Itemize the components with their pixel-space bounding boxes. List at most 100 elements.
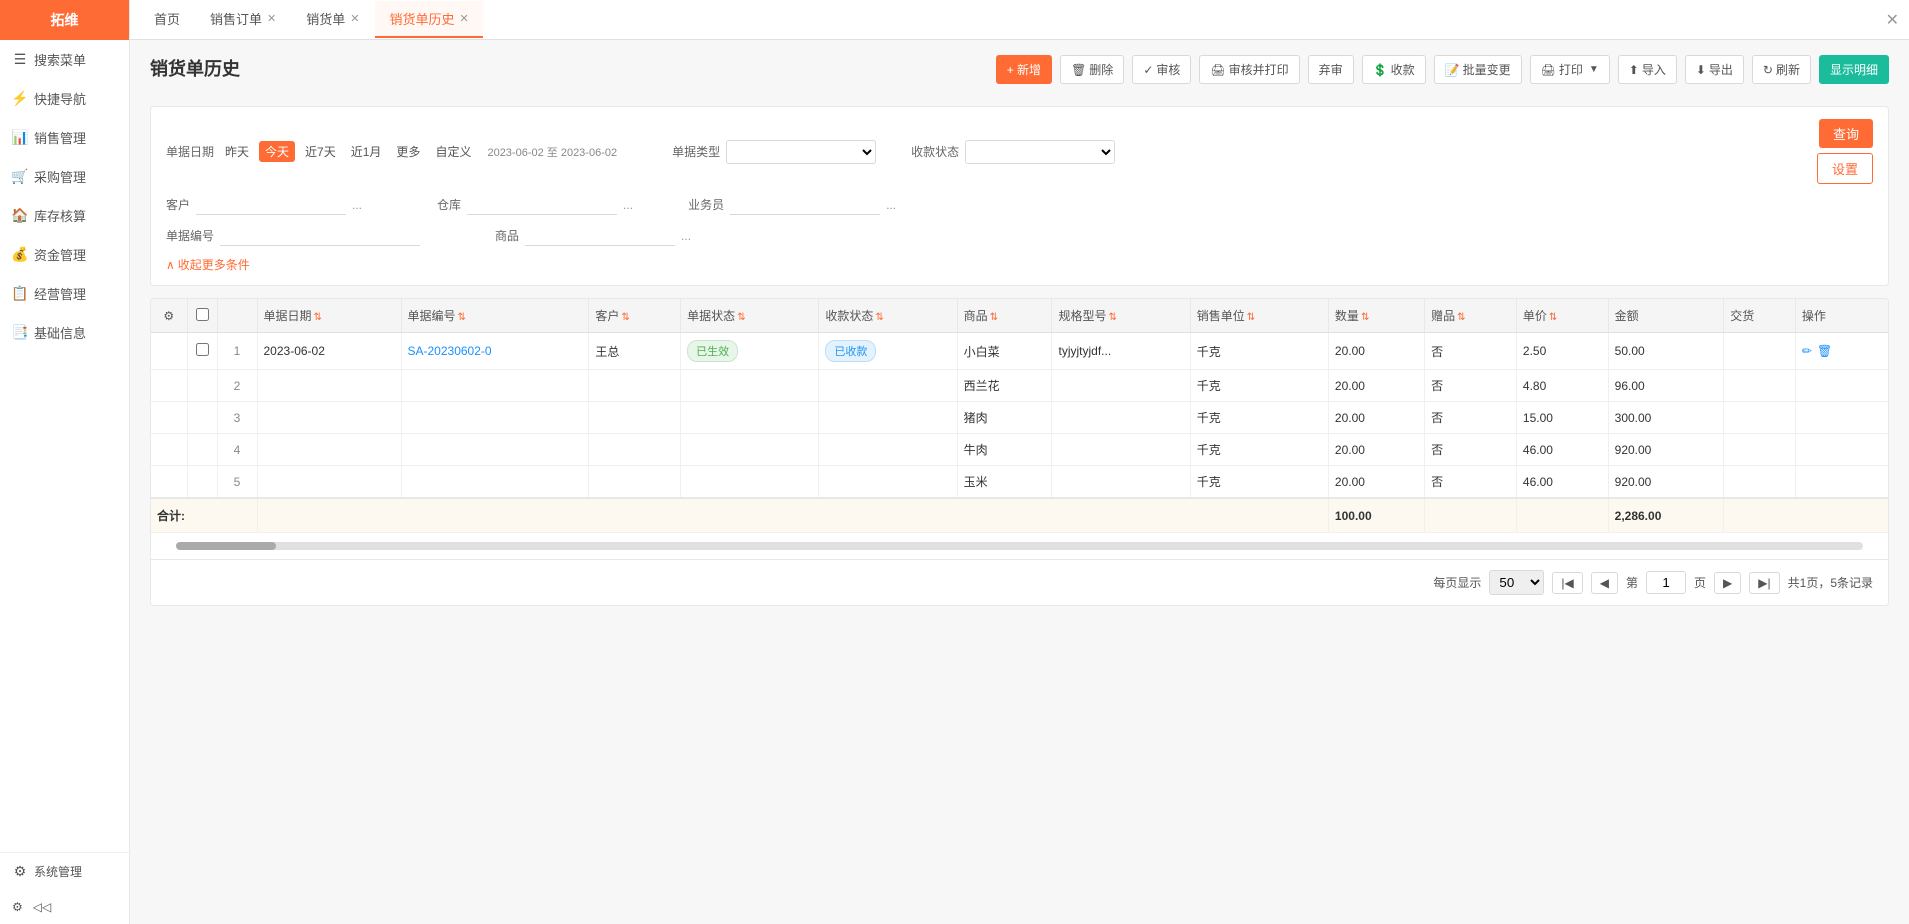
collect-button[interactable]: 💲 收款 (1362, 55, 1426, 84)
page-number-input[interactable] (1646, 571, 1686, 594)
cell-14: 300.00 (1608, 402, 1724, 434)
col-settings[interactable]: ⚙ (151, 299, 187, 333)
sidebar-item-label: 库存核算 (34, 206, 86, 225)
date-tab-1month[interactable]: 近1月 (346, 141, 387, 162)
warehouse-input[interactable] (467, 194, 617, 215)
date-tab-today[interactable]: 今天 (259, 141, 295, 162)
cell-16 (1795, 370, 1888, 402)
delete-icon: 🗑 (1071, 63, 1086, 77)
warehouse-more-icon[interactable]: ... (623, 198, 633, 212)
query-button[interactable]: 查询 (1819, 119, 1873, 148)
customer-input[interactable] (196, 194, 346, 215)
doc-status-badge: 已生效 (687, 340, 738, 362)
tab-sales-history-close[interactable]: ✕ (460, 12, 469, 25)
collapse-icon[interactable]: ◁◁ (33, 900, 51, 914)
h-scrollbar[interactable] (176, 542, 1863, 550)
summary-row: 合计: 100.00 2,286.00 (151, 498, 1888, 533)
refresh-button[interactable]: ↻ 刷新 (1752, 55, 1811, 84)
batch-change-button[interactable]: 📝 批量变更 (1434, 55, 1522, 84)
h-scrollbar-thumb[interactable] (176, 542, 276, 550)
col-doc-date[interactable]: 单据日期⇅ (257, 299, 401, 333)
tab-sales-delivery-close[interactable]: ✕ (350, 12, 359, 25)
delete-button[interactable]: 🗑 删除 (1060, 55, 1124, 84)
col-quantity[interactable]: 数量⇅ (1328, 299, 1424, 333)
sidebar-item-search-menu[interactable]: ☰ 搜索菜单 (0, 40, 129, 79)
col-doc-status[interactable]: 单据状态⇅ (681, 299, 819, 333)
export-button[interactable]: ⬇ 导出 (1685, 55, 1744, 84)
col-unit-price[interactable]: 单价⇅ (1516, 299, 1608, 333)
sidebar-item-sales-mgmt[interactable]: 📊 销售管理 (0, 118, 129, 157)
salesperson-label: 业务员 (688, 196, 724, 213)
more-conditions-toggle[interactable]: ∧ 收起更多条件 (166, 256, 1873, 273)
last-page-button[interactable]: ▶| (1749, 572, 1779, 594)
review-print-button[interactable]: 🖨 审核并打印 (1199, 55, 1299, 84)
col-doc-number[interactable]: 单据编号⇅ (401, 299, 589, 333)
salesperson-input[interactable] (730, 194, 880, 215)
sidebar-item-basic-info[interactable]: 📑 基础信息 (0, 313, 129, 352)
date-tab-custom[interactable]: 自定义 (430, 141, 476, 162)
cell-14: 50.00 (1608, 333, 1724, 370)
col-customer[interactable]: 客户⇅ (589, 299, 681, 333)
col-payment-status[interactable]: 收款状态⇅ (819, 299, 957, 333)
abandon-button[interactable]: 弃审 (1308, 55, 1354, 84)
sidebar-item-finance-mgmt[interactable]: 💰 资金管理 (0, 235, 129, 274)
tab-sales-history[interactable]: 销货单历史 ✕ (375, 1, 482, 38)
action-删除[interactable]: 🗑 (1817, 344, 1832, 358)
col-sales-unit[interactable]: 销售单位⇅ (1190, 299, 1328, 333)
col-checkbox[interactable] (187, 299, 217, 333)
display-detail-button[interactable]: 显示明细 (1819, 55, 1889, 84)
next-page-button[interactable]: ▶ (1714, 572, 1741, 594)
doc-type-select[interactable] (726, 140, 876, 164)
tab-home[interactable]: 首页 (140, 1, 194, 38)
cell-8: 玉米 (957, 466, 1052, 499)
col-gift[interactable]: 赠品⇅ (1425, 299, 1517, 333)
print-button[interactable]: 🖨 打印 ▼ (1530, 55, 1610, 84)
cell-3 (257, 434, 401, 466)
sidebar-item-label: 经营管理 (34, 284, 86, 303)
table-scroll-area[interactable]: ⚙ 单据日期⇅ 单据编号⇅ 客户⇅ 单据状态⇅ 收款状态⇅ 商品⇅ 规格型号⇅ … (151, 299, 1888, 533)
cell-6 (681, 370, 819, 402)
col-product[interactable]: 商品⇅ (957, 299, 1052, 333)
review-button[interactable]: ✓ 审核 (1132, 55, 1191, 84)
sidebar-item-system-mgmt[interactable]: ⚙ 系统管理 (0, 853, 129, 890)
row-checkbox[interactable] (196, 343, 209, 356)
customer-more-icon[interactable]: ... (352, 198, 362, 212)
sidebar-item-purchase-mgmt[interactable]: 🛒 采购管理 (0, 157, 129, 196)
customer-label: 客户 (166, 196, 190, 213)
per-page-select[interactable]: 50 100 200 (1489, 570, 1544, 595)
sidebar-item-operations-mgmt[interactable]: 📋 经营管理 (0, 274, 129, 313)
col-spec-type[interactable]: 规格型号⇅ (1052, 299, 1190, 333)
prev-page-button[interactable]: ◀ (1591, 572, 1618, 594)
cell-3 (257, 466, 401, 499)
payment-status-select[interactable] (965, 140, 1115, 164)
doc-number-input[interactable] (220, 225, 420, 246)
sidebar-item-label: 系统管理 (34, 863, 82, 880)
date-tab-more[interactable]: 更多 (391, 141, 425, 162)
first-page-button[interactable]: |◀ (1552, 572, 1582, 594)
date-range: 2023-06-02 至 2023-06-02 (487, 144, 617, 160)
sidebar-item-quick-nav[interactable]: ⚡ 快捷导航 (0, 79, 129, 118)
cell-7 (819, 466, 957, 499)
product-more-icon[interactable]: ... (681, 229, 691, 243)
product-input[interactable] (525, 225, 675, 246)
table-row: 4牛肉千克20.00否46.00920.00 (151, 434, 1888, 466)
tab-sales-order[interactable]: 销售订单 ✕ (196, 1, 290, 38)
cell-0 (151, 370, 187, 402)
action-编辑[interactable]: ✏ (1802, 344, 1812, 358)
quick-nav-icon: ⚡ (12, 91, 28, 107)
sidebar-item-inventory[interactable]: 🏠 库存核算 (0, 196, 129, 235)
settings-bottom-icon[interactable]: ⚙ (12, 900, 23, 914)
sidebar-bottom-actions: ⚙ ◁◁ (0, 890, 129, 924)
select-all-checkbox[interactable] (196, 308, 209, 321)
date-tab-7days[interactable]: 近7天 (300, 141, 341, 162)
date-tab-yesterday[interactable]: 昨天 (220, 141, 254, 162)
tab-bar-close[interactable]: ✕ (1886, 10, 1899, 30)
tab-sales-delivery[interactable]: 销货单 ✕ (292, 1, 373, 38)
salesperson-more-icon[interactable]: ... (886, 198, 896, 212)
new-button[interactable]: + 新增 (996, 55, 1052, 84)
cell-9: tyjyjtyjdf... (1052, 333, 1190, 370)
import-button[interactable]: ⬆ 导入 (1618, 55, 1677, 84)
filter-settings-button[interactable]: 设置 (1817, 153, 1873, 184)
tab-sales-order-close[interactable]: ✕ (267, 12, 276, 25)
doc-number-link[interactable]: SA-20230602-0 (408, 344, 492, 358)
